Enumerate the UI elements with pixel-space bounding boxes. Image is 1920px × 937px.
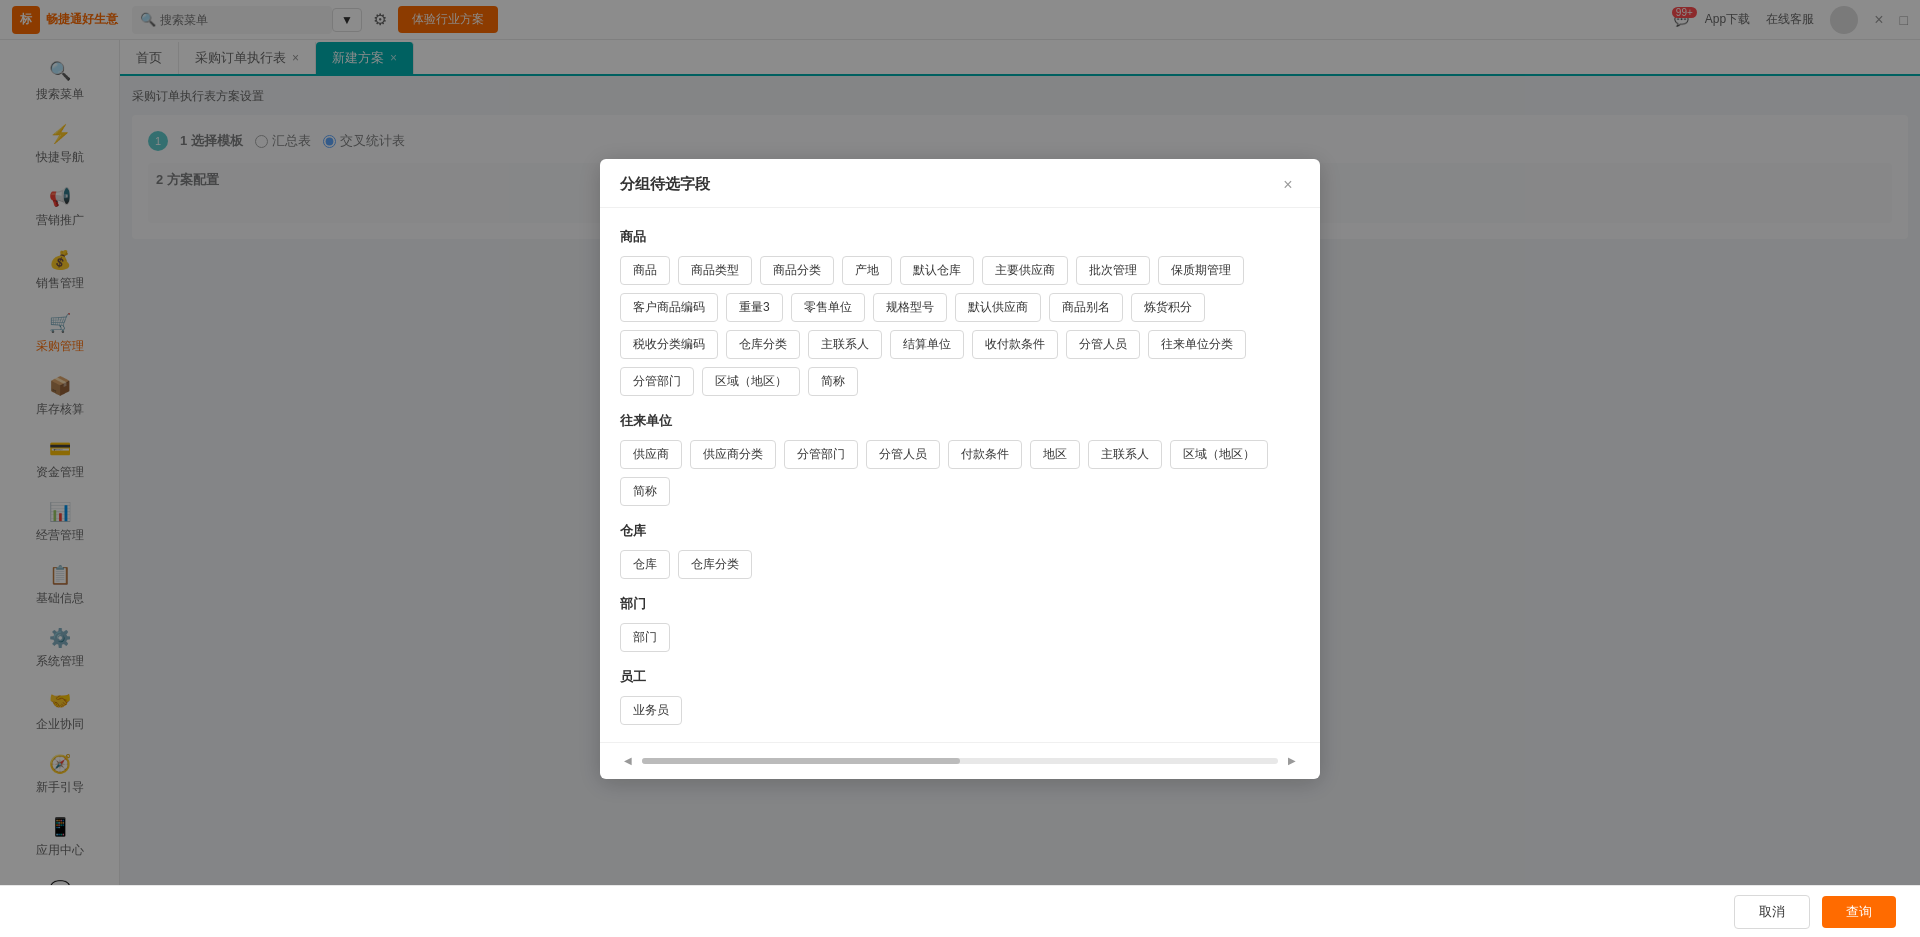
section-title-warehouse: 仓库 [620,522,1300,540]
modal-scrollbar-row: ◀ ▶ [600,742,1320,779]
field-tag-主要供应商[interactable]: 主要供应商 [982,256,1068,285]
field-tag-默认仓库[interactable]: 默认仓库 [900,256,974,285]
field-tag-结算单位[interactable]: 结算单位 [890,330,964,359]
section-title-department: 部门 [620,595,1300,613]
field-tag-往来单位分类[interactable]: 往来单位分类 [1148,330,1246,359]
field-tag-付款条件[interactable]: 付款条件 [948,440,1022,469]
field-group-department: 部门 [620,623,1300,652]
modal-header: 分组待选字段 × [600,159,1320,208]
field-group-partners: 供应商供应商分类分管部门分管人员付款条件地区主联系人区域（地区） 简称 [620,440,1300,506]
field-tag-分管人员[interactable]: 分管人员 [866,440,940,469]
modal-close-button[interactable]: × [1276,173,1300,197]
field-tag-区域（地区）[interactable]: 区域（地区） [1170,440,1268,469]
field-tag-商品别名[interactable]: 商品别名 [1049,293,1123,322]
field-tag-地区[interactable]: 地区 [1030,440,1080,469]
scroll-track-horizontal[interactable] [642,758,1278,764]
confirm-button[interactable]: 查询 [1822,896,1896,928]
scroll-right-btn[interactable]: ▶ [1284,753,1300,769]
field-tag-简称[interactable]: 简称 [808,367,858,396]
scroll-left-btn[interactable]: ◀ [620,753,636,769]
field-tag-商品分类[interactable]: 商品分类 [760,256,834,285]
field-tag-商品[interactable]: 商品 [620,256,670,285]
field-tag-仓库分类[interactable]: 仓库分类 [678,550,752,579]
field-tag-供应商分类[interactable]: 供应商分类 [690,440,776,469]
field-tag-税收分类编码[interactable]: 税收分类编码 [620,330,718,359]
field-tag-主联系人[interactable]: 主联系人 [1088,440,1162,469]
section-title-goods: 商品 [620,228,1300,246]
field-tag-简称[interactable]: 简称 [620,477,670,506]
field-tag-业务员[interactable]: 业务员 [620,696,682,725]
field-tag-仓库分类[interactable]: 仓库分类 [726,330,800,359]
section-warehouse: 仓库仓库仓库分类 [620,522,1300,579]
field-group-warehouse: 仓库仓库分类 [620,550,1300,579]
field-tag-供应商[interactable]: 供应商 [620,440,682,469]
field-tag-主联系人[interactable]: 主联系人 [808,330,882,359]
field-group-goods: 商品商品类型商品分类产地默认仓库主要供应商批次管理保质期管理客户商品编码重量3 零… [620,256,1300,396]
field-tag-收付款条件[interactable]: 收付款条件 [972,330,1058,359]
modal-title: 分组待选字段 [620,175,710,194]
field-tag-分管人员[interactable]: 分管人员 [1066,330,1140,359]
field-tag-分管部门[interactable]: 分管部门 [784,440,858,469]
field-tag-客户商品编码[interactable]: 客户商品编码 [620,293,718,322]
section-title-employee: 员工 [620,668,1300,686]
section-partners: 往来单位供应商供应商分类分管部门分管人员付款条件地区主联系人区域（地区） 简称 [620,412,1300,506]
section-employee: 员工业务员 [620,668,1300,725]
modal-body[interactable]: 商品商品商品类型商品分类产地默认仓库主要供应商批次管理保质期管理客户商品编码重量… [600,208,1320,742]
field-tag-分管部门[interactable]: 分管部门 [620,367,694,396]
field-tag-仓库[interactable]: 仓库 [620,550,670,579]
field-tag-重量3[interactable]: 重量3 [726,293,783,322]
section-department: 部门部门 [620,595,1300,652]
section-goods: 商品商品商品类型商品分类产地默认仓库主要供应商批次管理保质期管理客户商品编码重量… [620,228,1300,396]
field-tag-规格型号[interactable]: 规格型号 [873,293,947,322]
field-tag-炼货积分[interactable]: 炼货积分 [1131,293,1205,322]
field-tag-批次管理[interactable]: 批次管理 [1076,256,1150,285]
field-tag-部门[interactable]: 部门 [620,623,670,652]
field-tag-区域（地区）[interactable]: 区域（地区） [702,367,800,396]
scroll-thumb-horizontal [642,758,960,764]
section-title-partners: 往来单位 [620,412,1300,430]
field-group-employee: 业务员 [620,696,1300,725]
field-tag-零售单位[interactable]: 零售单位 [791,293,865,322]
cancel-button[interactable]: 取消 [1734,895,1810,929]
field-tag-商品类型[interactable]: 商品类型 [678,256,752,285]
field-tag-默认供应商[interactable]: 默认供应商 [955,293,1041,322]
field-tag-产地[interactable]: 产地 [842,256,892,285]
modal-overlay: 分组待选字段 × 商品商品商品类型商品分类产地默认仓库主要供应商批次管理保质期管… [0,0,1920,937]
modal: 分组待选字段 × 商品商品商品类型商品分类产地默认仓库主要供应商批次管理保质期管… [600,159,1320,779]
field-tag-保质期管理[interactable]: 保质期管理 [1158,256,1244,285]
action-bar: 取消 查询 [0,885,1920,937]
